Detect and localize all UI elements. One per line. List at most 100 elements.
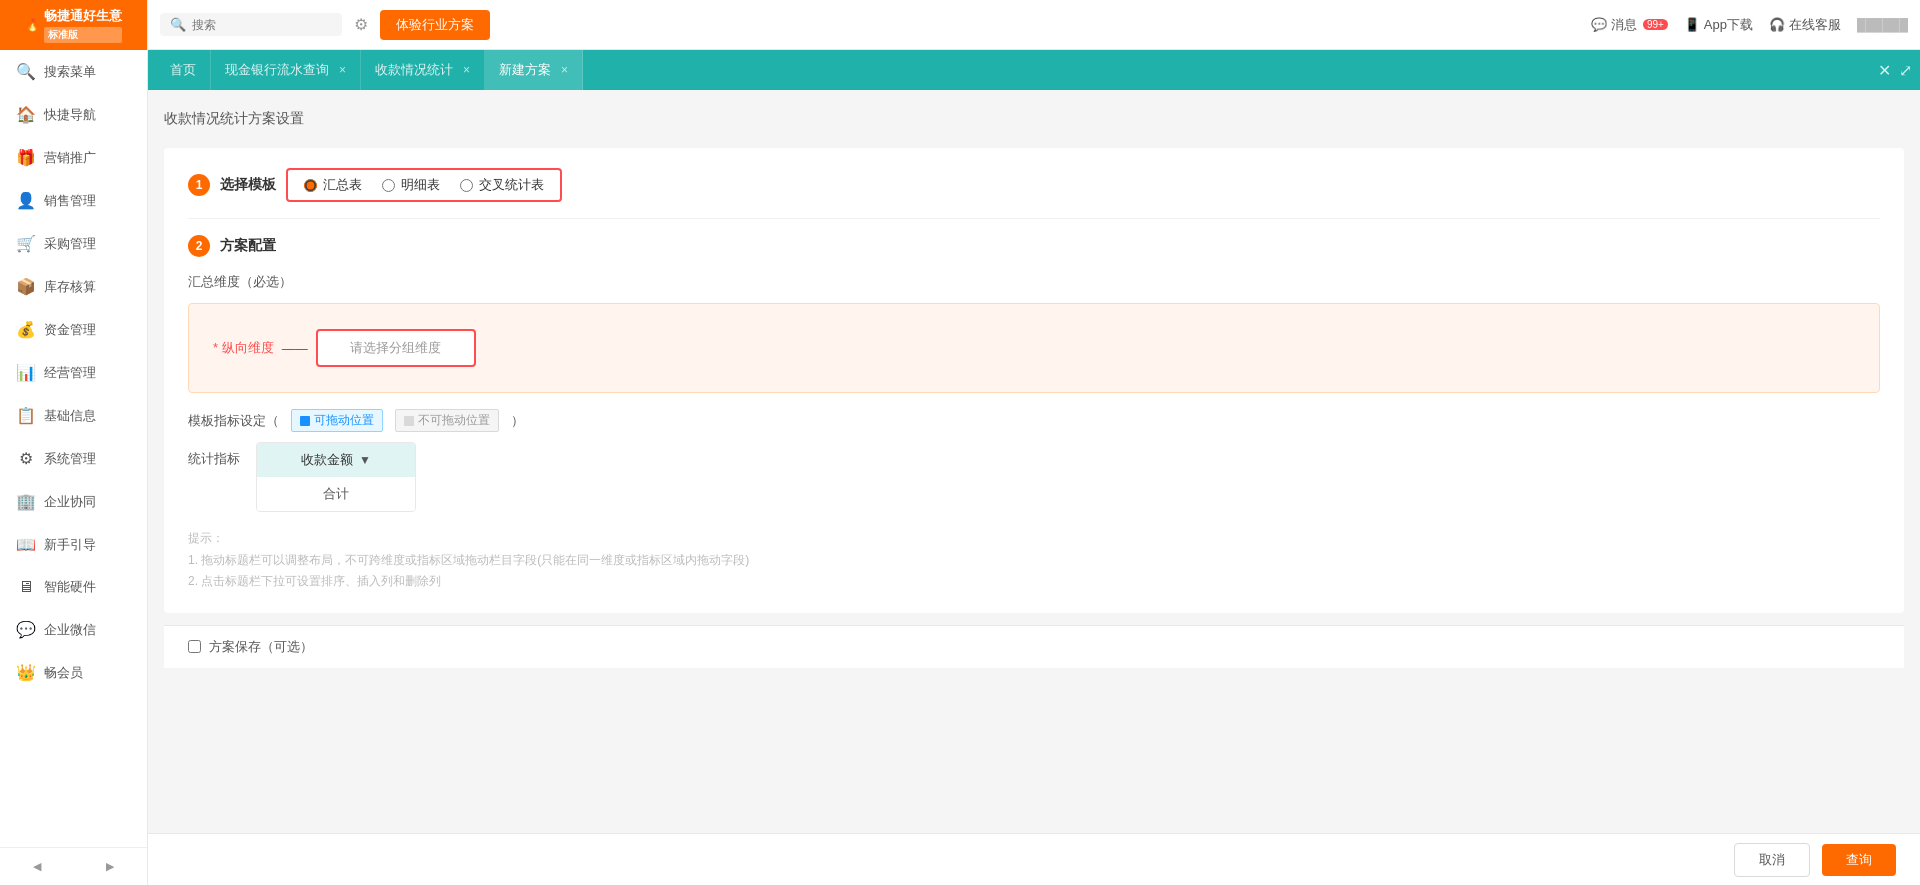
step2-header: 2 方案配置 [188, 235, 1880, 257]
non-draggable-tag: 不可拖动位置 [395, 409, 499, 432]
sidebar-label-purchase: 采购管理 [44, 235, 96, 253]
tab-bank-flow-close[interactable]: × [339, 63, 346, 77]
sidebar-label-finance: 资金管理 [44, 321, 96, 339]
sidebar-item-enterprise[interactable]: 🏢 企业协同 [0, 480, 147, 523]
radio-detail-label: 明细表 [401, 176, 440, 194]
radio-summary-input[interactable] [304, 179, 317, 192]
sidebar-item-system[interactable]: ⚙ 系统管理 [0, 437, 147, 480]
operations-icon: 📊 [16, 363, 36, 382]
draggable-tag: 可拖动位置 [291, 409, 383, 432]
app-logo-icon: 🔥 [25, 18, 40, 32]
search-icon: 🔍 [170, 17, 186, 32]
radio-detail[interactable]: 明细表 [382, 176, 440, 194]
sidebar-label-marketing: 营销推广 [44, 149, 96, 167]
radio-cross[interactable]: 交叉统计表 [460, 176, 544, 194]
sidebar-item-wechat[interactable]: 💬 企业微信 [0, 608, 147, 651]
sidebar-label-search-menu: 搜索菜单 [44, 63, 96, 81]
gear-icon[interactable]: ⚙ [354, 15, 368, 34]
step2-section: 2 方案配置 汇总维度（必选） * 纵向维度 —— 请选择分组维度 模板指标设定… [188, 235, 1880, 593]
sidebar-item-inventory[interactable]: 📦 库存核算 [0, 265, 147, 308]
sidebar-collapse-btn[interactable]: ◀ [0, 848, 74, 885]
sidebar-item-operations[interactable]: 📊 经营管理 [0, 351, 147, 394]
tips-title: 提示： [188, 531, 224, 545]
sidebar-label-guide: 新手引导 [44, 536, 96, 554]
metrics-dropdown-icon[interactable]: ▼ [359, 453, 371, 467]
tab-bank-flow[interactable]: 现金银行流水查询 × [211, 50, 361, 90]
metrics-col-header[interactable]: 收款金额 ▼ [257, 443, 415, 477]
header: 🔍 ⚙ 体验行业方案 💬 消息 99+ 📱 App下载 🎧 在线客服 █████… [148, 0, 1920, 50]
sidebar-label-operations: 经营管理 [44, 364, 96, 382]
tab-expand-btn[interactable]: ⤢ [1899, 61, 1912, 80]
save-checkbox[interactable] [188, 640, 201, 653]
sidebar-item-quick-nav[interactable]: 🏠 快捷导航 [0, 93, 147, 136]
metrics-table: 收款金额 ▼ 合计 [256, 442, 416, 512]
app-logo: 🔥 畅捷通好生意 标准版 [0, 0, 147, 50]
main-content: 收款情况统计方案设置 1 选择模板 汇总表 明细表 交叉统计表 [148, 90, 1920, 885]
enterprise-icon: 🏢 [16, 492, 36, 511]
sidebar-item-finance[interactable]: 💰 资金管理 [0, 308, 147, 351]
tab-bank-flow-label: 现金银行流水查询 [225, 61, 329, 79]
save-option-label[interactable]: 方案保存（可选） [209, 638, 313, 656]
tab-home[interactable]: 首页 [156, 50, 211, 90]
sidebar-item-basic-info[interactable]: 📋 基础信息 [0, 394, 147, 437]
download-item[interactable]: 📱 App下载 [1684, 16, 1753, 34]
tip-item-2: 2. 点击标题栏下拉可设置排序、插入列和删除列 [188, 571, 1880, 593]
sidebar-expand-btn[interactable]: ▶ [74, 848, 148, 885]
tab-close-btn[interactable]: ✕ [1878, 61, 1891, 80]
messages-item[interactable]: 💬 消息 99+ [1591, 16, 1668, 34]
step1-num: 1 [188, 174, 210, 196]
page-title: 收款情况统计方案设置 [164, 106, 1904, 132]
purchase-icon: 🛒 [16, 234, 36, 253]
tab-new-plan[interactable]: 新建方案 × [485, 50, 583, 90]
sidebar-item-member[interactable]: 👑 畅会员 [0, 651, 147, 694]
search-input[interactable] [192, 18, 332, 32]
wechat-icon: 💬 [16, 620, 36, 639]
system-icon: ⚙ [16, 449, 36, 468]
non-draggable-color-indicator [404, 416, 414, 426]
radio-detail-input[interactable] [382, 179, 395, 192]
cancel-button[interactable]: 取消 [1734, 843, 1810, 877]
sidebar-label-member: 畅会员 [44, 664, 83, 682]
query-button[interactable]: 查询 [1822, 844, 1896, 876]
radio-summary[interactable]: 汇总表 [304, 176, 362, 194]
sidebar-item-marketing[interactable]: 🎁 营销推广 [0, 136, 147, 179]
quick-nav-icon: 🏠 [16, 105, 36, 124]
sidebar-item-purchase[interactable]: 🛒 采购管理 [0, 222, 147, 265]
service-item[interactable]: 🎧 在线客服 [1769, 16, 1841, 34]
app-name: 畅捷通好生意 [44, 7, 122, 25]
tabs-right-controls: ✕ ⤢ [1878, 61, 1912, 80]
sidebar-label-hardware: 智能硬件 [44, 578, 96, 596]
sidebar-item-sales[interactable]: 👤 销售管理 [0, 179, 147, 222]
username-display: ██████ [1857, 18, 1908, 32]
metrics-section-label: 统计指标 [188, 450, 240, 468]
dimension-arrow: —— [282, 341, 308, 356]
member-icon: 👑 [16, 663, 36, 682]
metrics-row-total: 合计 [257, 477, 415, 511]
tips-section: 提示： 1. 拖动标题栏可以调整布局，不可跨维度或指标区域拖动栏目字段(只能在同… [188, 528, 1880, 593]
sidebar-item-hardware[interactable]: 🖥 智能硬件 [0, 566, 147, 608]
header-search-box[interactable]: 🔍 [160, 13, 342, 36]
sidebar-item-search-menu[interactable]: 🔍 搜索菜单 [0, 50, 147, 93]
radio-summary-label: 汇总表 [323, 176, 362, 194]
message-icon: 💬 [1591, 17, 1607, 32]
metrics-config-title-suffix: ） [511, 412, 524, 430]
sidebar-item-guide[interactable]: 📖 新手引导 [0, 523, 147, 566]
sales-icon: 👤 [16, 191, 36, 210]
messages-badge: 99+ [1643, 19, 1668, 30]
radio-cross-label: 交叉统计表 [479, 176, 544, 194]
step2-num: 2 [188, 235, 210, 257]
dimension-subsection-title: 汇总维度（必选） [188, 273, 1880, 291]
footer-bar: 取消 查询 [148, 833, 1920, 885]
radio-cross-input[interactable] [460, 179, 473, 192]
dimension-selector[interactable]: 请选择分组维度 [316, 329, 476, 367]
tab-new-plan-close[interactable]: × [561, 63, 568, 77]
service-icon: 🎧 [1769, 17, 1785, 32]
trial-btn[interactable]: 体验行业方案 [380, 10, 490, 40]
tab-receipt-stats[interactable]: 收款情况统计 × [361, 50, 485, 90]
step1-header: 1 选择模板 汇总表 明细表 交叉统计表 [188, 168, 1880, 202]
tab-home-label: 首页 [170, 61, 196, 79]
tab-receipt-stats-close[interactable]: × [463, 63, 470, 77]
download-label: App下载 [1704, 16, 1753, 34]
step2-label: 方案配置 [220, 237, 276, 255]
basic-info-icon: 📋 [16, 406, 36, 425]
